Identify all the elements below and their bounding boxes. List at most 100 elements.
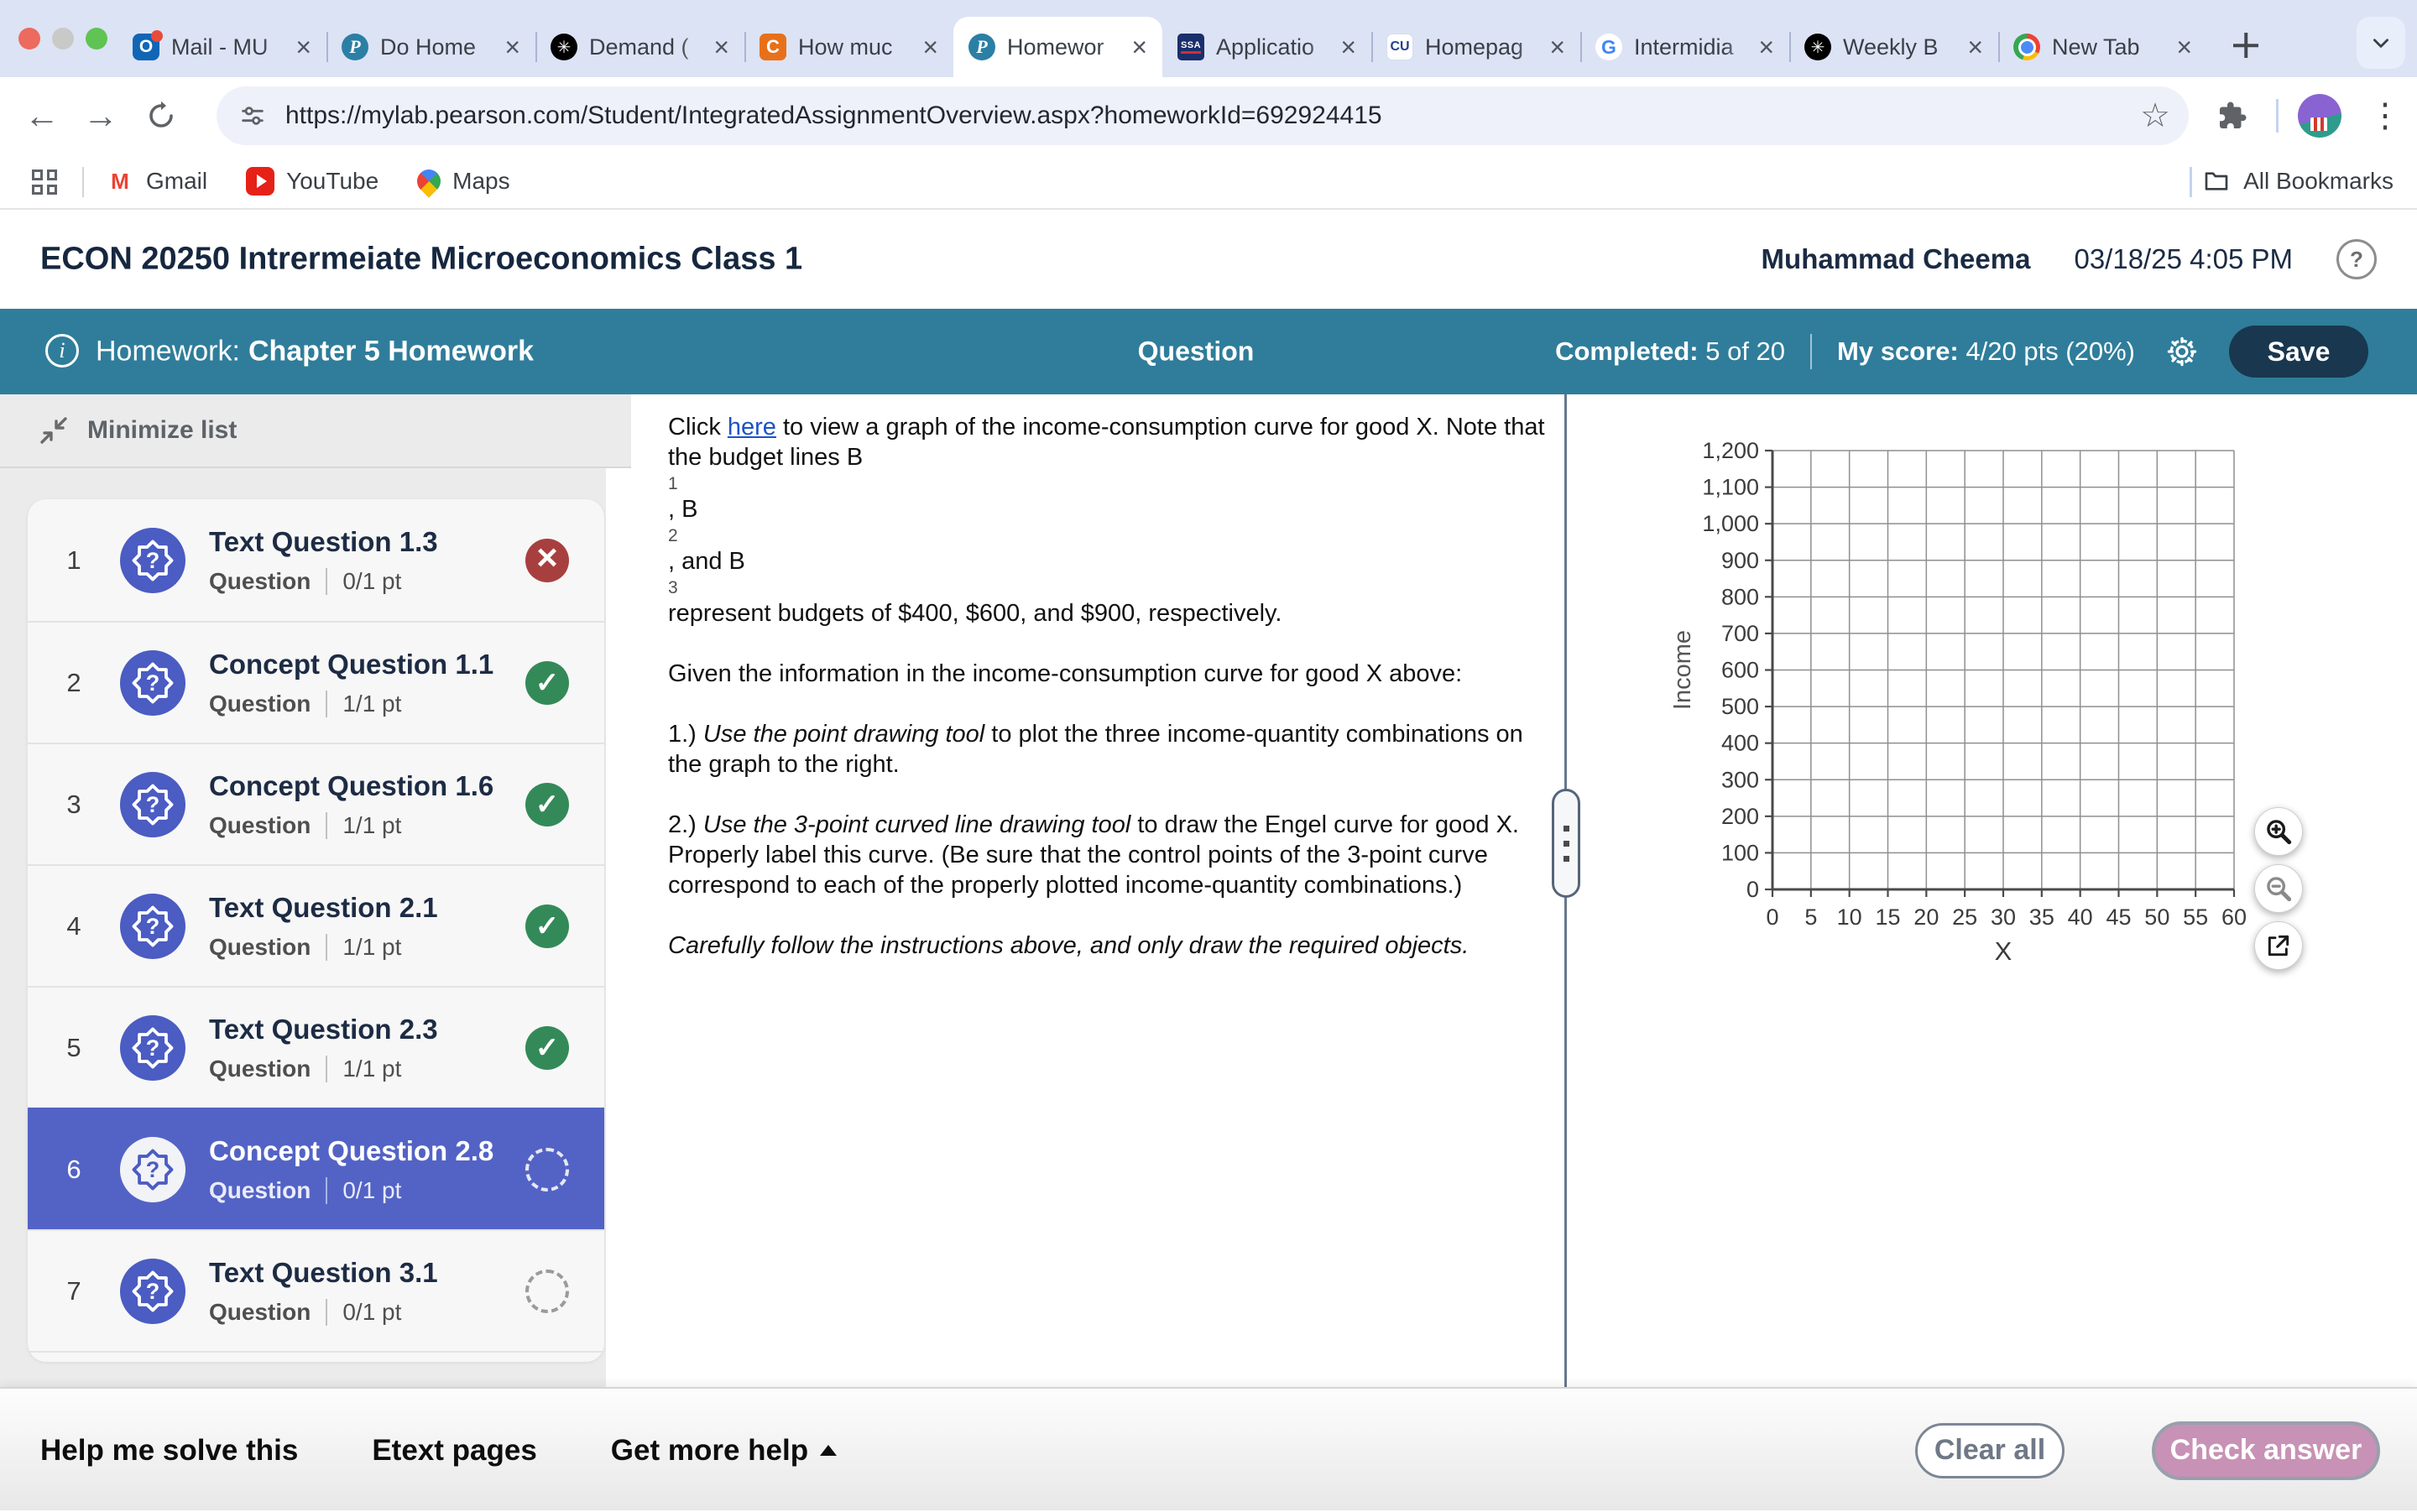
question-list-scrollbar[interactable]: [606, 468, 631, 1387]
tab-close-icon[interactable]: ×: [1960, 32, 1990, 62]
new-tab-button[interactable]: [2222, 22, 2269, 69]
save-button[interactable]: Save: [2229, 326, 2368, 378]
browser-tab[interactable]: Homepag ×: [1371, 17, 1580, 77]
minimize-list-button[interactable]: Minimize list: [0, 394, 631, 468]
address-bar[interactable]: https://mylab.pearson.com/Student/Integr…: [217, 86, 2189, 145]
browser-tab[interactable]: Weekly B ×: [1789, 17, 1998, 77]
question-title: Text Question 3.1: [209, 1256, 438, 1288]
question-type-label: Question: [209, 1298, 311, 1325]
question-list-item[interactable]: 3 ? Concept Question 1.6 Question 1/1 pt: [28, 743, 604, 864]
question-list-item[interactable]: 5 ? Text Question 2.3 Question 1/1 pt: [28, 986, 604, 1108]
question-list-item[interactable]: 4 ? Text Question 2.1 Question 1/1 pt: [28, 864, 604, 986]
question-panel: Click here to view a graph of the income…: [631, 394, 1564, 1387]
divider-drag-handle[interactable]: [1552, 789, 1580, 898]
question-number: 6: [66, 1154, 81, 1184]
svg-text:20: 20: [1913, 905, 1939, 930]
help-icon[interactable]: ?: [2336, 239, 2377, 279]
profile-avatar[interactable]: [2298, 94, 2341, 138]
apps-grid-icon[interactable]: [32, 169, 57, 195]
browser-tab[interactable]: Do Home ×: [326, 17, 535, 77]
svg-text:0: 0: [1766, 905, 1778, 930]
outlook-favicon: [133, 30, 163, 60]
question-list-item[interactable]: 1 ? Text Question 1.3 Question 0/1 pt: [28, 499, 604, 621]
all-bookmarks-label: All Bookmarks: [2243, 168, 2394, 194]
income-graph[interactable]: 0 5 10 15 20 25 30 35 40 45 50 55 600100200300400500…: [1662, 403, 2316, 990]
correct-icon: [525, 1025, 569, 1070]
tab-close-icon[interactable]: ×: [2169, 32, 2199, 62]
svg-text:1,100: 1,100: [1702, 475, 1759, 500]
svg-text:Income: Income: [1669, 630, 1696, 710]
browser-menu-icon[interactable]: ⋮: [2365, 92, 2405, 139]
folder-icon: [2205, 172, 2228, 190]
open-graph-external-button[interactable]: [2254, 921, 2303, 970]
question-list-item[interactable]: 6 ? Concept Question 2.8 Question 0/1 pt: [28, 1108, 604, 1229]
browser-tab[interactable]: How muc ×: [744, 17, 953, 77]
browser-tab[interactable]: New Tab ×: [1998, 17, 2207, 77]
browser-tab[interactable]: Mail - MU ×: [117, 17, 326, 77]
clear-all-button[interactable]: Clear all: [1915, 1422, 2065, 1478]
tab-close-icon[interactable]: ×: [498, 32, 527, 62]
tab-close-icon[interactable]: ×: [916, 32, 945, 62]
check-answer-button[interactable]: Check answer: [2152, 1421, 2380, 1480]
zoom-in-button[interactable]: [2254, 807, 2303, 856]
tab-close-icon[interactable]: ×: [1543, 32, 1572, 62]
question-title: Concept Question 2.8: [209, 1134, 494, 1166]
etext-pages-button[interactable]: Etext pages: [372, 1434, 536, 1468]
url-text[interactable]: https://mylab.pearson.com/Student/Integr…: [285, 102, 2189, 130]
close-window-button[interactable]: [18, 28, 40, 50]
zoom-out-button[interactable]: [2254, 864, 2303, 913]
site-settings-icon[interactable]: [238, 102, 267, 130]
tab-close-icon[interactable]: ×: [1334, 32, 1363, 62]
tab-title: Weekly B: [1843, 34, 1939, 60]
tab-overflow-chevron-icon[interactable]: [2357, 17, 2405, 69]
datetime: 03/18/25 4:05 PM: [2074, 243, 2293, 274]
question-badge-icon: ?: [120, 1014, 185, 1081]
question-list-panel: Minimize list 1 ? Text Question 1.3 Ques…: [0, 394, 631, 1387]
browser-tab[interactable]: Intermidia ×: [1580, 17, 1789, 77]
svg-text:?: ?: [146, 548, 160, 573]
pearson-favicon: [342, 34, 368, 60]
svg-text:800: 800: [1721, 584, 1759, 609]
svg-text:X: X: [1995, 936, 2012, 966]
question-badge-icon: ?: [120, 893, 185, 959]
question-list-item[interactable]: 2 ? Concept Question 1.1 Question 1/1 pt: [28, 621, 604, 743]
question-list-item[interactable]: 7 ? Text Question 3.1 Question 0/1 pt: [28, 1229, 604, 1351]
bookmark-item[interactable]: YouTube: [246, 167, 378, 196]
settings-gear-icon[interactable]: [2160, 330, 2204, 373]
question-list-item-partial: [28, 1351, 604, 1362]
question-mode-label: Question: [1137, 336, 1255, 367]
bookmark-label: Gmail: [146, 168, 208, 194]
svg-text:?: ?: [146, 1035, 160, 1061]
bookmarks-divider: [2190, 167, 2192, 197]
tab-title: Intermidia: [1634, 34, 1734, 60]
back-button[interactable]: ←: [15, 77, 69, 154]
svg-text:?: ?: [146, 914, 160, 939]
chatgpt-favicon: [1804, 34, 1831, 60]
reload-button[interactable]: [134, 77, 188, 154]
tab-close-icon[interactable]: ×: [1125, 32, 1154, 62]
bookmark-item[interactable]: Maps: [412, 164, 510, 198]
here-link[interactable]: here: [728, 414, 776, 441]
minimize-window-button[interactable]: [52, 28, 74, 50]
fullscreen-window-button[interactable]: [86, 28, 107, 50]
browser-tab[interactable]: Applicatio ×: [1162, 17, 1371, 77]
bookmark-star-icon[interactable]: ☆: [2140, 96, 2170, 135]
question-points: 1/1 pt: [342, 690, 402, 717]
bookmark-label: YouTube: [286, 168, 379, 194]
extensions-icon[interactable]: [2212, 96, 2253, 136]
tab-close-icon[interactable]: ×: [1751, 32, 1781, 62]
collapse-arrows-icon: [40, 417, 67, 444]
help-me-solve-this-button[interactable]: Help me solve this: [40, 1434, 298, 1468]
bookmark-label: Maps: [452, 168, 510, 194]
info-icon[interactable]: i: [45, 334, 79, 368]
tab-close-icon[interactable]: ×: [289, 32, 318, 62]
tab-title: Demand (: [589, 34, 689, 60]
browser-tab[interactable]: Demand ( ×: [535, 17, 744, 77]
get-more-help-button[interactable]: Get more help: [611, 1434, 838, 1468]
browser-tab[interactable]: Homewor ×: [953, 17, 1162, 77]
all-bookmarks-button[interactable]: All Bookmarks: [2203, 154, 2394, 208]
tab-close-icon[interactable]: ×: [707, 32, 736, 62]
bookmark-item[interactable]: Gmail: [106, 167, 207, 196]
forward-button[interactable]: →: [74, 77, 128, 154]
question-badge-icon: ?: [120, 771, 185, 837]
